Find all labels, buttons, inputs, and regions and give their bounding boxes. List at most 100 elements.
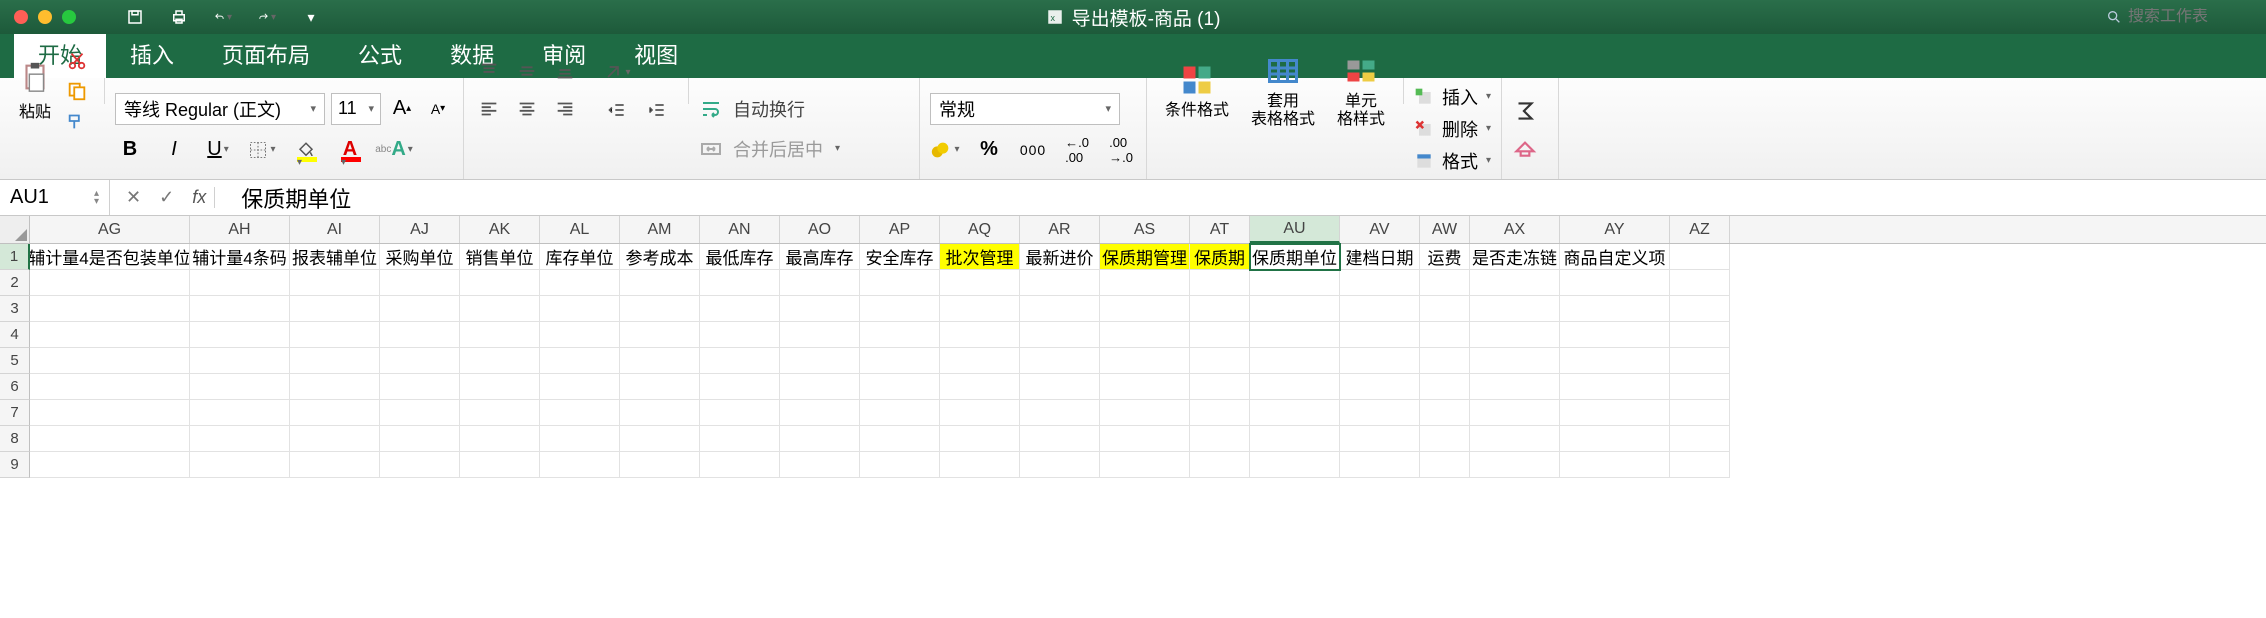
cell-AR1[interactable]: 最新进价 [1020,244,1100,270]
cell-AZ2[interactable] [1670,270,1730,296]
cell-AV3[interactable] [1340,296,1420,322]
column-header-AT[interactable]: AT [1190,216,1250,243]
cell-AJ4[interactable] [380,322,460,348]
column-header-AM[interactable]: AM [620,216,700,243]
cell-AW6[interactable] [1420,374,1470,400]
italic-button[interactable]: I [159,135,189,165]
cell-AV7[interactable] [1340,400,1420,426]
cell-AH3[interactable] [190,296,290,322]
align-bottom-button[interactable] [550,56,580,86]
cell-AW1[interactable]: 运费 [1420,244,1470,270]
column-header-AK[interactable]: AK [460,216,540,243]
column-header-AV[interactable]: AV [1340,216,1420,243]
cell-AI1[interactable]: 报表辅单位 [290,244,380,270]
cell-AY2[interactable] [1560,270,1670,296]
cell-AG7[interactable] [30,400,190,426]
column-header-AN[interactable]: AN [700,216,780,243]
cell-AI7[interactable] [290,400,380,426]
cell-AZ6[interactable] [1670,374,1730,400]
cell-AO9[interactable] [780,452,860,478]
cell-AN2[interactable] [700,270,780,296]
paste-button[interactable]: 粘贴 [10,56,60,126]
cell-AZ9[interactable] [1670,452,1730,478]
redo-button[interactable] [258,8,276,26]
cell-AZ1[interactable] [1670,244,1730,270]
align-top-button[interactable] [474,56,504,86]
cell-AU9[interactable] [1250,452,1340,478]
cell-AH2[interactable] [190,270,290,296]
cell-AV6[interactable] [1340,374,1420,400]
column-header-AW[interactable]: AW [1420,216,1470,243]
merge-center-button[interactable]: 合并后居中 [699,129,909,169]
cell-AY4[interactable] [1560,322,1670,348]
cell-AT2[interactable] [1190,270,1250,296]
cell-AU1[interactable]: 保质期单位 [1250,244,1340,270]
cell-AT7[interactable] [1190,400,1250,426]
increase-decimal-button[interactable]: ←.0.00 [1062,135,1092,165]
cell-AG2[interactable] [30,270,190,296]
row-header-5[interactable]: 5 [0,348,30,374]
font-color-button[interactable]: A [335,135,365,165]
cell-AG5[interactable] [30,348,190,374]
row-header-6[interactable]: 6 [0,374,30,400]
cell-AG6[interactable] [30,374,190,400]
cell-AS2[interactable] [1100,270,1190,296]
row-header-1[interactable]: 1 [0,244,30,270]
cell-AU7[interactable] [1250,400,1340,426]
cell-AI6[interactable] [290,374,380,400]
cell-AH1[interactable]: 辅计量4条码 [190,244,290,270]
column-header-AS[interactable]: AS [1100,216,1190,243]
cell-AG1[interactable]: 辅计量4是否包装单位 [30,244,190,270]
cell-AT1[interactable]: 保质期 [1190,244,1250,270]
cell-AQ7[interactable] [940,400,1020,426]
cell-AZ3[interactable] [1670,296,1730,322]
cell-AQ3[interactable] [940,296,1020,322]
cell-AU8[interactable] [1250,426,1340,452]
cell-AI5[interactable] [290,348,380,374]
cell-AR4[interactable] [1020,322,1100,348]
column-header-AL[interactable]: AL [540,216,620,243]
row-header-4[interactable]: 4 [0,322,30,348]
cell-AH6[interactable] [190,374,290,400]
cell-AS1[interactable]: 保质期管理 [1100,244,1190,270]
cell-AO6[interactable] [780,374,860,400]
column-header-AU[interactable]: AU [1250,216,1340,243]
cell-AZ4[interactable] [1670,322,1730,348]
cell-AW9[interactable] [1420,452,1470,478]
cell-AN3[interactable] [700,296,780,322]
column-header-AX[interactable]: AX [1470,216,1560,243]
cell-AL7[interactable] [540,400,620,426]
cell-AM7[interactable] [620,400,700,426]
cell-AV8[interactable] [1340,426,1420,452]
search-input[interactable] [2128,8,2248,26]
cell-AM6[interactable] [620,374,700,400]
font-name-dropdown[interactable]: 等线 Regular (正文)▾ [115,93,325,125]
cell-AO3[interactable] [780,296,860,322]
cell-AH4[interactable] [190,322,290,348]
cell-AX4[interactable] [1470,322,1560,348]
cell-AS7[interactable] [1100,400,1190,426]
cell-AP8[interactable] [860,426,940,452]
align-center-button[interactable] [512,94,542,124]
qat-customize-icon[interactable]: ▾ [302,8,320,26]
row-header-2[interactable]: 2 [0,270,30,296]
cell-AM3[interactable] [620,296,700,322]
cell-AV5[interactable] [1340,348,1420,374]
cell-AP6[interactable] [860,374,940,400]
cell-AJ6[interactable] [380,374,460,400]
save-icon[interactable] [126,8,144,26]
copy-icon[interactable] [66,80,88,102]
cell-AK6[interactable] [460,374,540,400]
print-icon[interactable] [170,8,188,26]
cell-AW5[interactable] [1420,348,1470,374]
cell-AL2[interactable] [540,270,620,296]
cell-AL1[interactable]: 库存单位 [540,244,620,270]
format-as-table-button[interactable]: 套用 表格格式 [1243,53,1323,128]
cell-AS4[interactable] [1100,322,1190,348]
cell-AM2[interactable] [620,270,700,296]
column-header-AI[interactable]: AI [290,216,380,243]
cell-AK3[interactable] [460,296,540,322]
cell-AW3[interactable] [1420,296,1470,322]
cell-AV4[interactable] [1340,322,1420,348]
accept-formula-button[interactable]: ✓ [159,187,174,208]
